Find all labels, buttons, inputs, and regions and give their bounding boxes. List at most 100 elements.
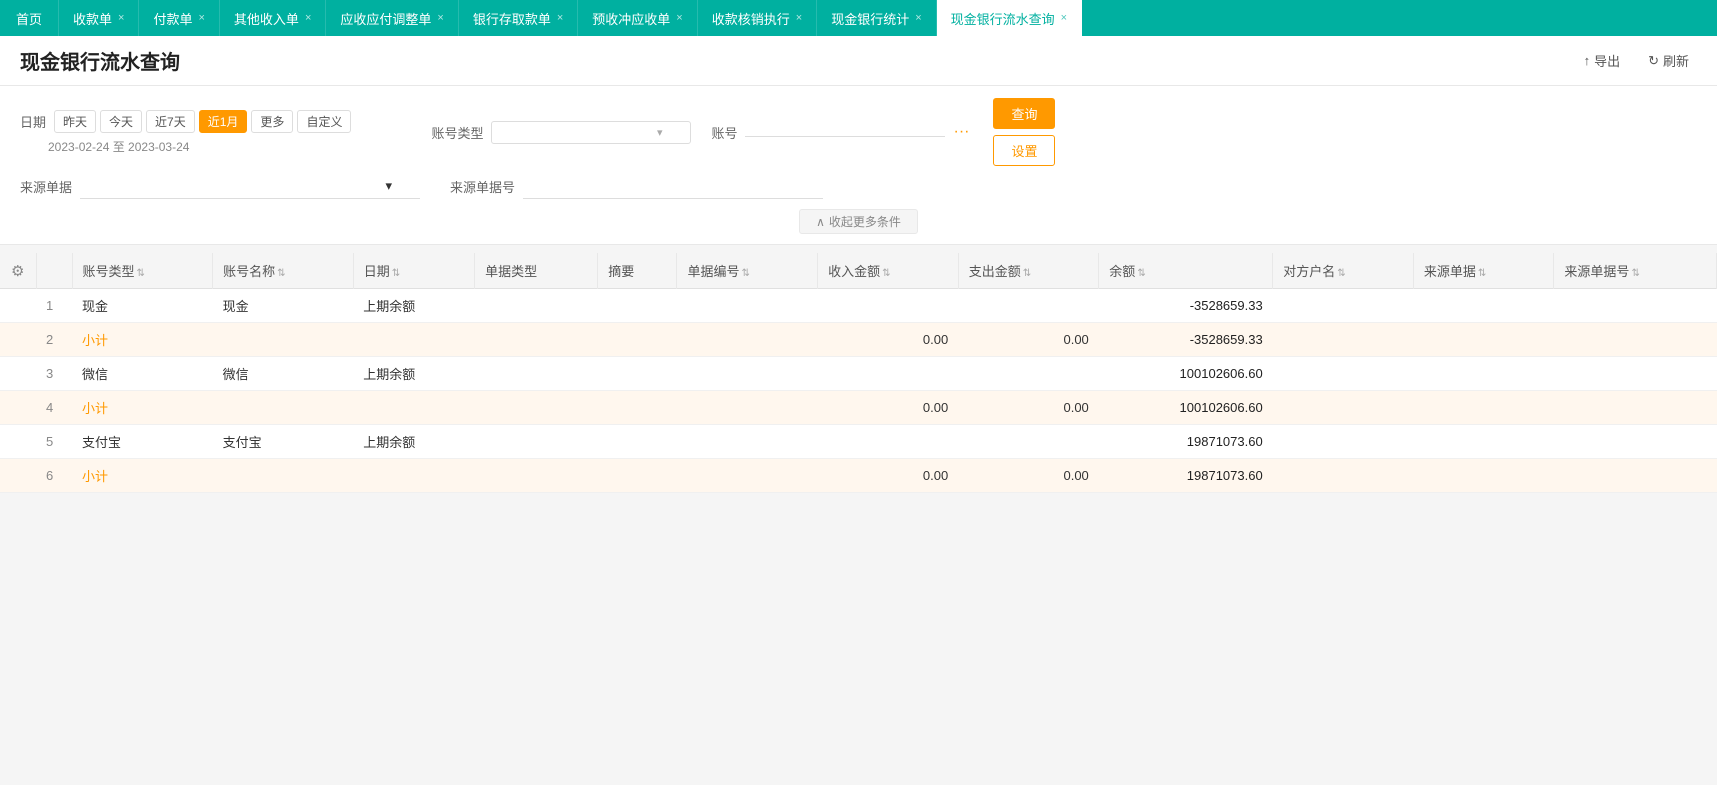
cell-date: 上期余额 xyxy=(353,425,474,459)
nav-tab-close-icon[interactable]: × xyxy=(557,12,563,24)
refresh-button[interactable]: ↻ 刷新 xyxy=(1640,47,1697,74)
account-input[interactable] xyxy=(745,128,945,137)
date-btn-昨天[interactable]: 昨天 xyxy=(54,110,96,133)
account-filter: 账号 ··· xyxy=(711,123,973,142)
table-row: 6小计0.000.0019871073.60 xyxy=(0,459,1717,493)
cell-summary xyxy=(598,459,677,493)
col-header-doc_no[interactable]: 单据编号⇅ xyxy=(677,253,818,289)
nav-tab-close-icon[interactable]: × xyxy=(198,12,204,24)
source-doc-select[interactable]: ▾ xyxy=(80,174,420,199)
cell-account_type: 支付宝 xyxy=(72,425,213,459)
cell-summary xyxy=(598,289,677,323)
cell-summary xyxy=(598,357,677,391)
balance-value: -3528659.33 xyxy=(1190,332,1263,347)
col-header-account_type[interactable]: 账号类型⇅ xyxy=(72,253,213,289)
col-header-doc_type: 单据类型 xyxy=(475,253,598,289)
source-doc-no-label: 来源单据号 xyxy=(450,177,515,196)
export-button[interactable]: ↑ 导出 xyxy=(1576,47,1629,74)
row-action-cell xyxy=(0,391,36,425)
cell-account_name: 支付宝 xyxy=(213,425,354,459)
sort-icon-expense: ⇅ xyxy=(1023,268,1031,279)
header-actions: ↑ 导出 ↻ 刷新 xyxy=(1576,47,1697,74)
cell-summary xyxy=(598,391,677,425)
cell-income: 0.00 xyxy=(818,391,959,425)
nav-tab-label: 其他收入单 xyxy=(234,9,299,28)
col-header-counterparty[interactable]: 对方户名⇅ xyxy=(1273,253,1414,289)
cell-source_doc_no xyxy=(1554,289,1717,323)
date-btn-自定义[interactable]: 自定义 xyxy=(297,110,351,133)
col-header-balance[interactable]: 余额⇅ xyxy=(1099,253,1273,289)
nav-tab-close-icon[interactable]: × xyxy=(118,12,124,24)
sort-icon-account_name: ⇅ xyxy=(277,268,285,279)
cell-expense: 0.00 xyxy=(958,323,1099,357)
date-btn-近1月[interactable]: 近1月 xyxy=(199,110,248,133)
export-icon: ↑ xyxy=(1584,53,1591,68)
cell-doc_type xyxy=(475,289,598,323)
cell-account_type: 现金 xyxy=(72,289,213,323)
nav-tab-label: 预收冲应收单 xyxy=(592,9,670,28)
nav-tab-close-icon[interactable]: × xyxy=(437,12,443,24)
page-title: 现金银行流水查询 xyxy=(20,46,180,75)
col-header-account_name[interactable]: 账号名称⇅ xyxy=(213,253,354,289)
date-btn-近7天[interactable]: 近7天 xyxy=(146,110,195,133)
date-btn-今天[interactable]: 今天 xyxy=(100,110,142,133)
date-btn-更多[interactable]: 更多 xyxy=(251,110,293,133)
query-button[interactable]: 查询 xyxy=(993,98,1055,129)
sort-icon-account_type: ⇅ xyxy=(137,268,145,279)
balance-value: 19871073.60 xyxy=(1187,434,1263,449)
row-number: 2 xyxy=(36,323,72,357)
cell-income: 0.00 xyxy=(818,459,959,493)
col-header-date[interactable]: 日期⇅ xyxy=(353,253,474,289)
collapse-up-icon: ∧ xyxy=(816,215,825,229)
nav-tab-tab-pre-receive[interactable]: 预收冲应收单 × xyxy=(578,0,697,36)
col-header-income[interactable]: 收入金额⇅ xyxy=(818,253,959,289)
account-type-select[interactable]: ▾ xyxy=(491,121,691,144)
cell-source_doc xyxy=(1413,289,1554,323)
nav-tab-close-icon[interactable]: × xyxy=(796,12,802,24)
col-header-expense[interactable]: 支出金额⇅ xyxy=(958,253,1099,289)
nav-tab-close-icon[interactable]: × xyxy=(305,12,311,24)
cell-date: 上期余额 xyxy=(353,357,474,391)
balance-value: -3528659.33 xyxy=(1190,298,1263,313)
cell-date: 上期余额 xyxy=(353,289,474,323)
row-action-cell xyxy=(0,323,36,357)
nav-tab-tab-cancel[interactable]: 收款核销执行× xyxy=(698,0,817,36)
table-settings-icon[interactable]: ⚙ xyxy=(11,263,24,280)
col-header-summary: 摘要 xyxy=(598,253,677,289)
row-number: 4 xyxy=(36,391,72,425)
nav-home[interactable]: 首页 xyxy=(0,0,59,36)
row-number: 6 xyxy=(36,459,72,493)
sort-icon-income: ⇅ xyxy=(882,268,890,279)
subtotal-label: 小计 xyxy=(82,469,108,484)
cell-source_doc_no xyxy=(1554,357,1717,391)
cell-doc_type xyxy=(475,425,598,459)
account-label: 账号 xyxy=(711,123,737,142)
date-buttons: 昨天今天近7天近1月更多自定义 xyxy=(54,110,351,133)
source-doc-no-input[interactable] xyxy=(523,175,823,199)
nav-tab-close-icon[interactable]: × xyxy=(676,12,682,24)
settings-button[interactable]: 设置 xyxy=(993,135,1055,166)
cell-source_doc xyxy=(1413,357,1554,391)
cell-account_type: 微信 xyxy=(72,357,213,391)
nav-tab-tab-other[interactable]: 其他收入单 × xyxy=(220,0,326,36)
nav-tab-tab-adj[interactable]: 应收应付调整单× xyxy=(326,0,458,36)
cell-counterparty xyxy=(1273,357,1414,391)
nav-tab-tab-flow[interactable]: 现金银行流水查询× xyxy=(937,0,1082,36)
nav-tab-tab-receive[interactable]: 收款单× xyxy=(59,0,139,36)
nav-tab-tab-pay[interactable]: 付款单× xyxy=(139,0,219,36)
sort-icon-doc_no: ⇅ xyxy=(741,268,749,279)
col-header-source_doc[interactable]: 来源单据⇅ xyxy=(1413,253,1554,289)
nav-tab-tab-bank-stat[interactable]: 现金银行统计× xyxy=(817,0,936,36)
source-doc-arrow-icon: ▾ xyxy=(385,178,392,194)
cell-date xyxy=(353,323,474,357)
nav-tab-tab-bank-deposit[interactable]: 银行存取款单× xyxy=(459,0,578,36)
col-header-source_doc_no[interactable]: 来源单据号⇅ xyxy=(1554,253,1717,289)
row-number: 1 xyxy=(36,289,72,323)
nav-tab-close-icon[interactable]: × xyxy=(1061,12,1067,24)
nav-tab-close-icon[interactable]: × xyxy=(915,12,921,24)
account-more-icon[interactable]: ··· xyxy=(953,123,969,141)
balance-value: 100102606.60 xyxy=(1180,400,1263,415)
cell-account_name xyxy=(213,391,354,425)
cell-source_doc xyxy=(1413,391,1554,425)
collapse-button[interactable]: ∧ 收起更多条件 xyxy=(799,209,918,234)
